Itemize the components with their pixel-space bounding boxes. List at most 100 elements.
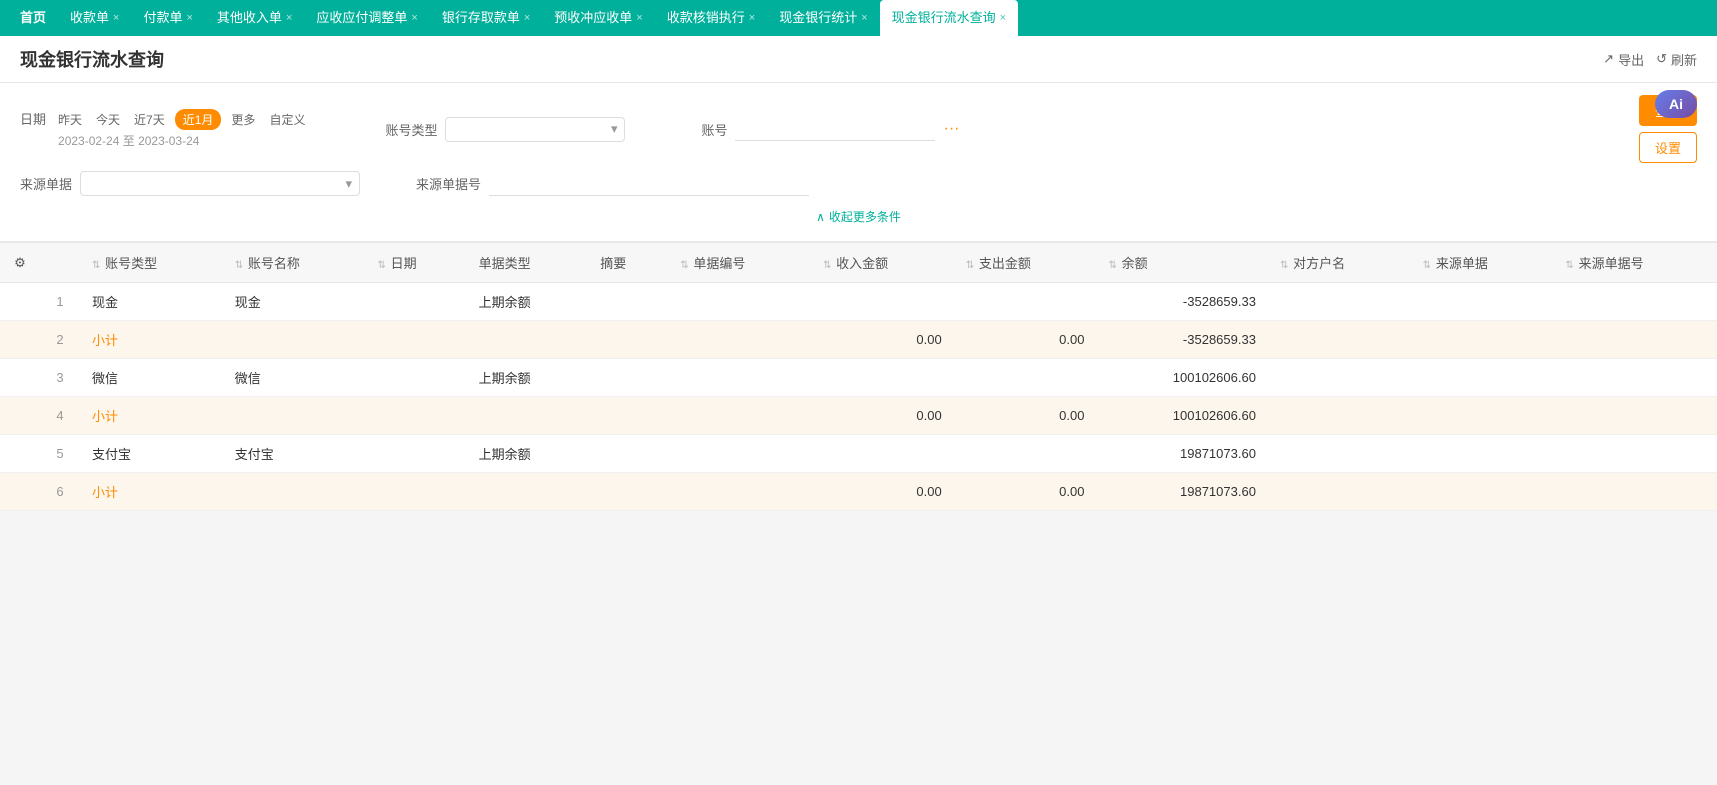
refresh-button[interactable]: ↺ 刷新 [1656,50,1697,69]
nav-tab[interactable]: 收款单× [58,0,131,36]
cell-doc-no [668,397,811,435]
nav-tab[interactable]: 应收应付调整单× [304,0,429,36]
col-header-source_doc_no[interactable]: ⇅ 来源单据号 [1553,243,1717,283]
col-header-date[interactable]: ⇅ 日期 [365,243,466,283]
cell-source-doc-no [1553,397,1717,435]
cell-doc-no [668,321,811,359]
col-header-account_type[interactable]: ⇅ 账号类型 [80,243,223,283]
cell-summary [588,473,668,511]
col-header-balance[interactable]: ⇅ 余额 [1096,243,1267,283]
date-shortcuts: 昨天今天近7天近1月更多自定义 [54,109,309,130]
cell-account-type: 小计 [80,397,223,435]
account-input[interactable] [735,117,935,141]
tab-close[interactable]: × [1000,0,1006,36]
page-title: 现金银行流水查询 [20,46,164,72]
table-row: 6小计0.000.0019871073.60 [0,473,1717,511]
date-btn-today[interactable]: 今天 [92,109,124,130]
cell-source-doc-no [1553,359,1717,397]
cell-account-type: 现金 [80,283,223,321]
tab-label: 收款单 [70,0,109,36]
table-container: ⚙⇅ 账号类型⇅ 账号名称⇅ 日期单据类型摘要⇅ 单据编号⇅ 收入金额⇅ 支出金… [0,242,1717,511]
cell-account-name: 支付宝 [223,435,366,473]
nav-home[interactable]: 首页 [8,0,58,36]
cell-source-doc [1411,321,1554,359]
account-type-label: 账号类型 [385,120,437,139]
row-gear [0,397,40,435]
col-header-gear: ⚙ [0,243,40,283]
source-doc-filter: 来源单据 [20,171,360,196]
source-doc-no-input[interactable] [489,172,809,196]
tab-close[interactable]: × [636,0,642,36]
table-row: 1现金现金上期余额-3528659.33 [0,283,1717,321]
cell-doc-no [668,435,811,473]
tab-label: 其他收入单 [217,0,282,36]
cell-account-name [223,473,366,511]
date-btn-yesterday[interactable]: 昨天 [54,109,86,130]
nav-tab[interactable]: 银行存取款单× [430,0,542,36]
tab-close[interactable]: × [524,0,530,36]
cell-date [365,359,466,397]
nav-tab[interactable]: 预收冲应收单× [542,0,654,36]
row-gear [0,283,40,321]
cell-summary [588,359,668,397]
date-btn-more[interactable]: 更多 [227,109,259,130]
source-doc-label: 来源单据 [20,174,72,193]
data-table: ⚙⇅ 账号类型⇅ 账号名称⇅ 日期单据类型摘要⇅ 单据编号⇅ 收入金额⇅ 支出金… [0,242,1717,511]
date-btn-month[interactable]: 近1月 [175,109,222,130]
source-doc-no-filter: 来源单据号 [416,172,809,196]
col-header-income[interactable]: ⇅ 收入金额 [811,243,954,283]
tab-label: 银行存取款单 [442,0,520,36]
cell-expense: 0.00 [954,397,1097,435]
date-btn-custom[interactable]: 自定义 [265,109,309,130]
export-button[interactable]: ↗ 导出 [1603,50,1644,69]
col-header-account_name[interactable]: ⇅ 账号名称 [223,243,366,283]
cell-date [365,321,466,359]
source-doc-select[interactable] [80,171,360,196]
cell-source-doc-no [1553,321,1717,359]
col-header-doc_no[interactable]: ⇅ 单据编号 [668,243,811,283]
cell-doc-no [668,359,811,397]
cell-doc-no [668,283,811,321]
tab-close[interactable]: × [749,0,755,36]
account-type-select[interactable]: 现金 微信 支付宝 [445,117,625,142]
col-header-expense[interactable]: ⇅ 支出金额 [954,243,1097,283]
cell-doc-type [467,321,589,359]
cell-summary [588,321,668,359]
col-header-summary: 摘要 [588,243,668,283]
tab-close[interactable]: × [411,0,417,36]
sort-arrows: ⇅ [235,260,246,271]
tab-close[interactable]: × [113,0,119,36]
col-header-source_doc[interactable]: ⇅ 来源单据 [1411,243,1554,283]
cell-counterpart [1268,397,1411,435]
settings-button[interactable]: 设置 [1639,132,1697,163]
cell-source-doc [1411,435,1554,473]
subtotal-label: 小计 [92,333,118,348]
nav-tab[interactable]: 收款核销执行× [655,0,767,36]
subtotal-label: 小计 [92,409,118,424]
cell-counterpart [1268,283,1411,321]
table-row: 4小计0.000.00100102606.60 [0,397,1717,435]
ai-badge[interactable]: Ai [1655,90,1697,118]
account-ellipsis-button[interactable]: ··· [943,120,959,138]
collapse-bar[interactable]: ∧ 收起更多条件 [20,204,1697,229]
col-header-counterpart[interactable]: ⇅ 对方户名 [1268,243,1411,283]
date-btn-week[interactable]: 近7天 [130,109,169,130]
cell-expense [954,435,1097,473]
tab-close[interactable]: × [286,0,292,36]
filter-area: 日期 昨天今天近7天近1月更多自定义 2023-02-24 至 2023-03-… [0,83,1717,242]
cell-income [811,283,954,321]
account-label: 账号 [701,120,727,139]
cell-source-doc [1411,397,1554,435]
tab-label: 付款单 [143,0,182,36]
cell-income [811,435,954,473]
nav-tab[interactable]: 其他收入单× [205,0,304,36]
tab-close[interactable]: × [861,0,867,36]
nav-tab[interactable]: 现金银行统计× [767,0,879,36]
tab-close[interactable]: × [186,0,192,36]
cell-source-doc-no [1553,473,1717,511]
col-header-num [40,243,80,283]
cell-balance: 100102606.60 [1096,359,1267,397]
nav-tab[interactable]: 现金银行流水查询× [880,0,1018,36]
nav-tab[interactable]: 付款单× [131,0,204,36]
subtotal-label: 小计 [92,485,118,500]
